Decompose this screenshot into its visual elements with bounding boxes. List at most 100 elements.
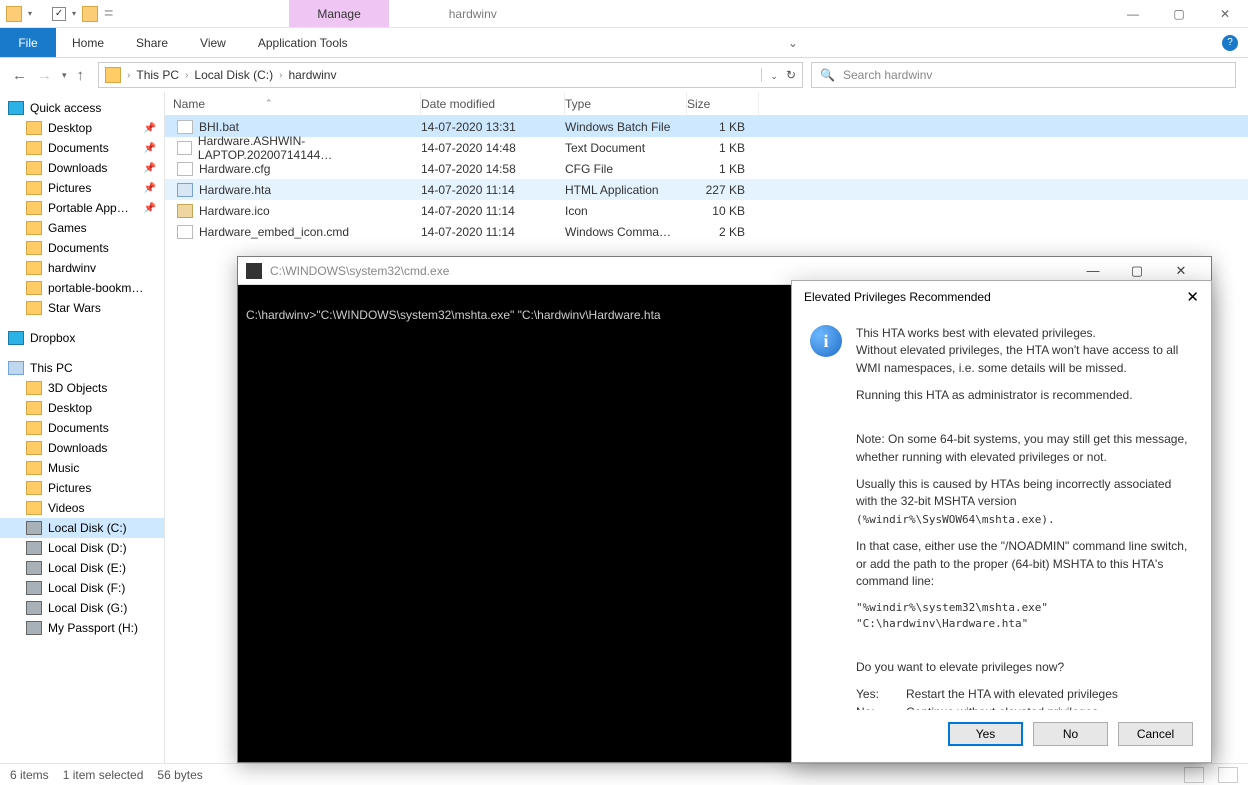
search-icon: 🔍 [820, 68, 835, 82]
maximize-button[interactable]: ▢ [1115, 263, 1159, 279]
sidebar-dropbox[interactable]: Dropbox [0, 328, 164, 348]
disk-icon [26, 541, 42, 555]
tab-view[interactable]: View [184, 28, 242, 57]
sidebar-item[interactable]: Videos [0, 498, 164, 518]
file-icon [177, 225, 193, 239]
sidebar-item[interactable]: hardwinv [0, 258, 164, 278]
sidebar-item[interactable]: Desktop📌 [0, 118, 164, 138]
properties-checkbox-icon[interactable]: ✓ [52, 7, 66, 21]
sidebar-item[interactable]: Pictures [0, 478, 164, 498]
status-selection: 1 item selected [63, 768, 144, 782]
file-row[interactable]: Hardware_embed_icon.cmd14-07-2020 11:14W… [165, 221, 1248, 242]
column-date[interactable]: Date modified [421, 92, 565, 115]
sidebar-item[interactable]: Star Wars [0, 298, 164, 318]
file-row[interactable]: Hardware.cfg14-07-2020 14:58CFG File1 KB [165, 158, 1248, 179]
info-icon: i [810, 325, 842, 357]
sidebar-item[interactable]: Documents [0, 238, 164, 258]
sidebar-item[interactable]: Pictures📌 [0, 178, 164, 198]
file-row[interactable]: Hardware.ASHWIN-LAPTOP.20200714144…14-07… [165, 137, 1248, 158]
folder-icon [26, 141, 42, 155]
details-view-button[interactable] [1184, 767, 1204, 783]
chevron-right-icon[interactable]: › [279, 70, 282, 81]
chevron-right-icon[interactable]: › [127, 70, 130, 81]
ribbon-collapse-icon[interactable]: ⌄ [778, 36, 808, 50]
sidebar-item[interactable]: Local Disk (C:) [0, 518, 164, 538]
minimize-button[interactable]: — [1110, 0, 1156, 28]
qat-dropdown2-icon[interactable]: ▾ [72, 9, 76, 18]
sort-indicator-icon: ⌃ [265, 98, 273, 109]
tab-home[interactable]: Home [56, 28, 120, 57]
pin-icon: 📌 [144, 123, 156, 134]
close-button[interactable]: ✕ [1186, 288, 1199, 306]
sidebar-item[interactable]: Desktop [0, 398, 164, 418]
disk-icon [26, 601, 42, 615]
file-icon [177, 120, 193, 134]
refresh-button[interactable]: ↻ [786, 68, 796, 82]
address-dropdown-icon[interactable]: ⌄ [770, 71, 786, 81]
sidebar-item[interactable]: My Passport (H:) [0, 618, 164, 638]
column-name[interactable]: Name⌃ [165, 92, 421, 115]
back-button[interactable]: ← [12, 67, 27, 84]
folder-icon [6, 6, 22, 22]
history-dropdown-icon[interactable]: ▾ [62, 70, 67, 81]
folder-icon [26, 441, 42, 455]
breadcrumb[interactable]: This PC [136, 68, 179, 82]
pin-icon: 📌 [144, 163, 156, 174]
folder-icon [105, 67, 121, 83]
status-bar: 6 items 1 item selected 56 bytes [0, 763, 1248, 785]
disk-icon [26, 621, 42, 635]
column-headers[interactable]: Name⌃ Date modified Type Size [165, 92, 1248, 116]
breadcrumb[interactable]: hardwinv [288, 68, 336, 82]
up-button[interactable]: ↑ [77, 67, 85, 84]
sidebar-item[interactable]: Local Disk (D:) [0, 538, 164, 558]
tab-share[interactable]: Share [120, 28, 184, 57]
file-row[interactable]: Hardware.hta14-07-2020 11:14HTML Applica… [165, 179, 1248, 200]
sidebar-item[interactable]: Documents [0, 418, 164, 438]
sidebar-item[interactable]: Local Disk (F:) [0, 578, 164, 598]
dialog-message: This HTA works best with elevated privil… [856, 325, 1193, 698]
navigation-pane[interactable]: Quick access Desktop📌Documents📌Downloads… [0, 92, 165, 772]
dialog-title: Elevated Privileges Recommended [804, 290, 991, 304]
help-button[interactable]: ? [1222, 35, 1238, 51]
folder-icon [26, 421, 42, 435]
folder-icon [26, 481, 42, 495]
sidebar-item[interactable]: Portable App…📌 [0, 198, 164, 218]
minimize-button[interactable]: — [1071, 263, 1115, 279]
cmd-icon [246, 263, 262, 279]
file-icon [177, 183, 193, 197]
file-row[interactable]: Hardware.ico14-07-2020 11:14Icon10 KB [165, 200, 1248, 221]
sidebar-this-pc[interactable]: This PC [0, 358, 164, 378]
address-bar[interactable]: › This PC › Local Disk (C:) › hardwinv ⌄… [98, 62, 803, 88]
cancel-button[interactable]: Cancel [1118, 722, 1193, 746]
sidebar-item[interactable]: Downloads📌 [0, 158, 164, 178]
tab-manage[interactable]: Manage [289, 0, 388, 27]
sidebar-quick-access[interactable]: Quick access [0, 98, 164, 118]
breadcrumb[interactable]: Local Disk (C:) [194, 68, 273, 82]
folder-icon [26, 121, 42, 135]
sidebar-item[interactable]: Documents📌 [0, 138, 164, 158]
sidebar-item[interactable]: Music [0, 458, 164, 478]
forward-button[interactable]: → [37, 67, 52, 84]
sidebar-item[interactable]: Games [0, 218, 164, 238]
sidebar-item[interactable]: Downloads [0, 438, 164, 458]
sidebar-item[interactable]: portable-bookm… [0, 278, 164, 298]
column-size[interactable]: Size [687, 92, 759, 115]
close-button[interactable]: ✕ [1202, 0, 1248, 28]
file-menu-button[interactable]: File [0, 28, 56, 57]
icons-view-button[interactable] [1218, 767, 1238, 783]
sidebar-item[interactable]: 3D Objects [0, 378, 164, 398]
tab-application-tools[interactable]: Application Tools [242, 28, 364, 57]
sidebar-item[interactable]: Local Disk (E:) [0, 558, 164, 578]
address-row: ← → ▾ ↑ › This PC › Local Disk (C:) › ha… [0, 58, 1248, 92]
close-button[interactable]: ✕ [1159, 263, 1203, 279]
folder-icon [26, 261, 42, 275]
chevron-right-icon[interactable]: › [185, 70, 188, 81]
column-type[interactable]: Type [565, 92, 687, 115]
no-button[interactable]: No [1033, 722, 1108, 746]
qat-dropdown-icon[interactable]: ▾ [28, 9, 32, 18]
sidebar-item[interactable]: Local Disk (G:) [0, 598, 164, 618]
yes-button[interactable]: Yes [948, 722, 1023, 746]
search-input[interactable]: 🔍 Search hardwinv [811, 62, 1236, 88]
maximize-button[interactable]: ▢ [1156, 0, 1202, 28]
folder-icon [26, 221, 42, 235]
